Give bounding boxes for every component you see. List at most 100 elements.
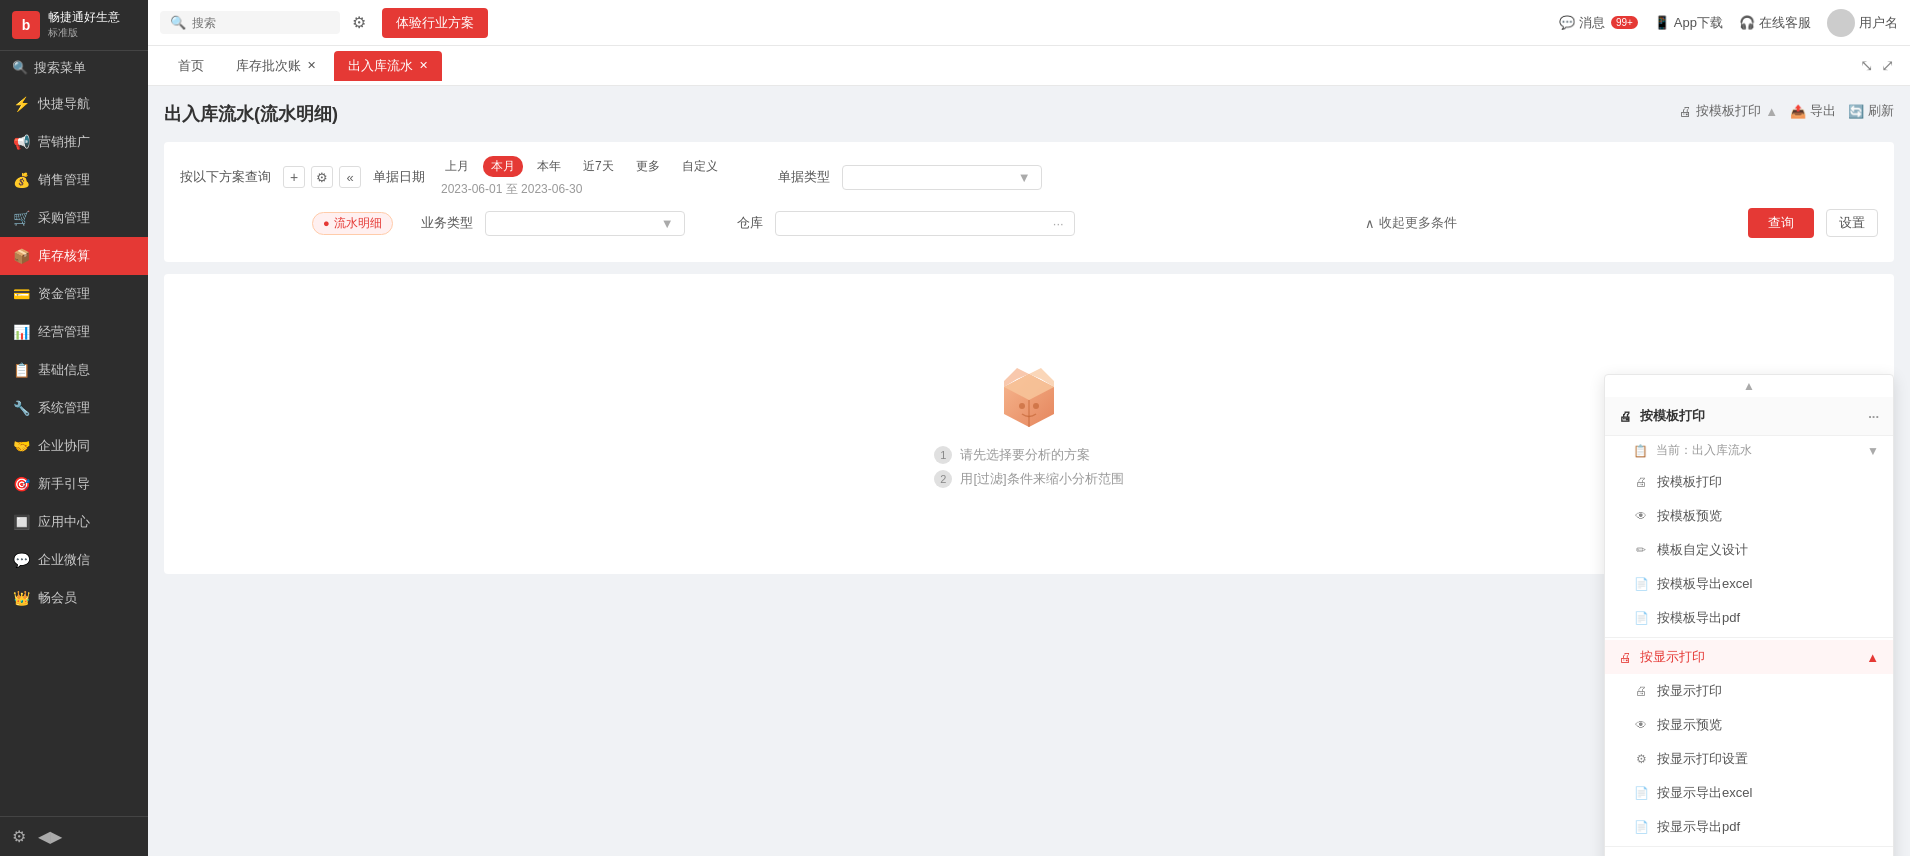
sidebar-item-enterprise[interactable]: 🤝 企业协同 — [0, 427, 148, 465]
collapse-more-button[interactable]: ∧ 收起更多条件 — [1365, 214, 1457, 232]
refresh-icon: 🔄 — [1848, 104, 1864, 119]
filter-add-button[interactable]: + — [283, 166, 305, 188]
sidebar-item-inventory[interactable]: 📦 库存核算 — [0, 237, 148, 275]
dropdown-template-preview[interactable]: 👁 按模板预览 — [1605, 499, 1893, 533]
date-tabs: 上月 本月 本年 近7天 更多 自定义 — [437, 156, 726, 177]
date-tab-more[interactable]: 更多 — [628, 156, 668, 177]
tab-restore-icon[interactable]: ⤡ — [1860, 56, 1873, 75]
display-excel-icon: 📄 — [1633, 786, 1649, 800]
online-service-button[interactable]: 🎧 在线客服 — [1739, 14, 1811, 32]
filter-row-top: 按以下方案查询 + ⚙ « 单据日期 上月 本月 本年 近7天 更多 自定义 — [180, 156, 1878, 198]
dropdown-display-print[interactable]: 🖨 按显示打印 — [1605, 674, 1893, 708]
dropdown-template-export-pdf[interactable]: 📄 按模板导出pdf — [1605, 601, 1893, 635]
sidebar-item-operations[interactable]: 📊 经营管理 — [0, 313, 148, 351]
date-tab-last-7-days[interactable]: 近7天 — [575, 156, 622, 177]
topbar-search-box[interactable]: 🔍 — [160, 11, 340, 34]
dropdown-display-export-pdf[interactable]: 📄 按显示导出pdf — [1605, 810, 1893, 844]
refresh-button[interactable]: 🔄 刷新 — [1848, 102, 1894, 120]
tab-inout-flow-close[interactable]: ✕ — [419, 59, 428, 72]
template-pdf-icon: 📄 — [1633, 611, 1649, 625]
dropdown-display-preview[interactable]: 👁 按显示预览 — [1605, 708, 1893, 742]
sidebar-item-guide[interactable]: 🎯 新手引导 — [0, 465, 148, 503]
doc-type-label: 单据类型 — [778, 168, 830, 186]
template-preview-icon: 👁 — [1633, 509, 1649, 523]
dropdown-current-label: 📋 当前：出入库流水 ▼ — [1605, 436, 1893, 465]
purchase-icon: 🛒 — [12, 210, 30, 226]
user-avatar-button[interactable]: 用户名 — [1827, 9, 1898, 37]
dropdown-header-icons: ··· — [1868, 409, 1879, 424]
sidebar-item-system[interactable]: 🔧 系统管理 — [0, 389, 148, 427]
dropdown-current-arrow: ▼ — [1867, 444, 1879, 458]
empty-steps-list: 1 请先选择要分析的方案 2 用[过滤]条件来缩小分析范围 — [934, 446, 1123, 494]
tab-home[interactable]: 首页 — [164, 51, 218, 81]
print-template-button[interactable]: 🖨 按模板打印 ▲ — [1679, 102, 1778, 120]
date-tab-this-year[interactable]: 本年 — [529, 156, 569, 177]
tab-batch-account[interactable]: 库存批次账 ✕ — [222, 51, 330, 81]
sidebar-item-finance[interactable]: 💳 资金管理 — [0, 275, 148, 313]
settings-small-button[interactable]: 设置 — [1826, 209, 1878, 237]
sidebar-footer: ⚙ ◀▶ — [0, 816, 148, 856]
enterprise-wechat-icon: 💬 — [12, 552, 30, 568]
business-type-select[interactable]: ▼ — [485, 211, 685, 236]
collapse-up-icon: ∧ — [1365, 216, 1375, 231]
sidebar-item-enterprise-wechat[interactable]: 💬 企业微信 — [0, 541, 148, 579]
doc-type-select[interactable]: ▼ — [842, 165, 1042, 190]
app-logo-icon: b — [12, 11, 40, 39]
quick-nav-icon: ⚡ — [12, 96, 30, 112]
dropdown-scroll-up[interactable]: ▲ — [1605, 375, 1893, 397]
tab-batch-account-close[interactable]: ✕ — [307, 59, 316, 72]
page-actions: 🖨 按模板打印 ▲ 📤 导出 🔄 刷新 — [1679, 102, 1894, 120]
industry-solution-button[interactable]: 体验行业方案 — [382, 8, 488, 38]
template-custom-icon: ✏ — [1633, 543, 1649, 557]
warehouse-select[interactable]: ··· — [775, 211, 1075, 236]
messages-badge: 99+ — [1611, 16, 1638, 29]
messages-icon: 💬 — [1559, 15, 1575, 30]
avatar — [1827, 9, 1855, 37]
tab-inout-flow[interactable]: 出入库流水 ✕ — [334, 51, 442, 81]
sidebar-search-menu[interactable]: 🔍 搜索菜单 — [0, 51, 148, 85]
sidebar-item-purchase[interactable]: 🛒 采购管理 — [0, 199, 148, 237]
sidebar-item-quick-nav[interactable]: ⚡ 快捷导航 — [0, 85, 148, 123]
display-pdf-icon: 📄 — [1633, 820, 1649, 834]
print-dropdown-panel: ▲ 🖨 按模板打印 ··· 📋 当前：出入库流水 — [1604, 374, 1894, 856]
date-tab-this-month[interactable]: 本月 — [483, 156, 523, 177]
warehouse-dots: ··· — [1053, 216, 1064, 231]
query-button[interactable]: 查询 — [1748, 208, 1814, 238]
dropdown-display-print-settings[interactable]: ⚙ 按显示打印设置 — [1605, 742, 1893, 776]
filter-card: 按以下方案查询 + ⚙ « 单据日期 上月 本月 本年 近7天 更多 自定义 — [164, 142, 1894, 262]
sidebar-item-app-center[interactable]: 🔲 应用中心 — [0, 503, 148, 541]
print-icon: 🖨 — [1679, 104, 1692, 119]
dropdown-template-print[interactable]: 🖨 按模板打印 — [1605, 465, 1893, 499]
export-button[interactable]: 📤 导出 — [1790, 102, 1836, 120]
filter-settings-button[interactable]: ⚙ — [311, 166, 333, 188]
tab-expand-icon[interactable]: ⤢ — [1881, 56, 1894, 75]
messages-button[interactable]: 💬 消息 99+ — [1559, 14, 1638, 32]
sidebar-item-marketing[interactable]: 📢 营销推广 — [0, 123, 148, 161]
sidebar-item-sales[interactable]: 💰 销售管理 — [0, 161, 148, 199]
business-type-arrow: ▼ — [661, 216, 674, 231]
data-area: 1 请先选择要分析的方案 2 用[过滤]条件来缩小分析范围 ▲ 🖨 — [164, 274, 1894, 574]
sidebar-nav: ⚡ 快捷导航 📢 营销推广 💰 销售管理 🛒 采购管理 📦 库存核算 💳 资金管… — [0, 85, 148, 816]
topbar-settings-icon[interactable]: ⚙ — [352, 13, 366, 32]
operations-icon: 📊 — [12, 324, 30, 340]
sidebar-item-basic-info[interactable]: 📋 基础信息 — [0, 351, 148, 389]
dropdown-display-section[interactable]: 🖨 按显示打印 ▲ — [1605, 640, 1893, 674]
dropdown-default-function[interactable]: ⚙ 设置默认功能 ▼ — [1605, 849, 1893, 856]
date-label: 单据日期 — [373, 168, 425, 186]
headset-icon: 🎧 — [1739, 15, 1755, 30]
sales-icon: 💰 — [12, 172, 30, 188]
dropdown-more-icon[interactable]: ··· — [1868, 409, 1879, 424]
date-tab-last-month[interactable]: 上月 — [437, 156, 477, 177]
app-download-button[interactable]: 📱 App下载 — [1654, 14, 1723, 32]
dropdown-template-custom[interactable]: ✏ 模板自定义设计 — [1605, 533, 1893, 567]
tabs-bar: 首页 库存批次账 ✕ 出入库流水 ✕ ⤡ ⤢ — [148, 46, 1910, 86]
sidebar-collapse-icon[interactable]: ◀▶ — [38, 827, 62, 846]
dropdown-display-export-excel[interactable]: 📄 按显示导出excel — [1605, 776, 1893, 810]
date-tab-custom[interactable]: 自定义 — [674, 156, 726, 177]
sidebar-settings-icon[interactable]: ⚙ — [12, 827, 26, 846]
topbar-search-input[interactable] — [192, 16, 312, 30]
sidebar-item-membership[interactable]: 👑 畅会员 — [0, 579, 148, 617]
flow-detail-tag[interactable]: ● 流水明细 — [312, 212, 393, 235]
filter-collapse-button[interactable]: « — [339, 166, 361, 188]
dropdown-template-export-excel[interactable]: 📄 按模板导出excel — [1605, 567, 1893, 601]
